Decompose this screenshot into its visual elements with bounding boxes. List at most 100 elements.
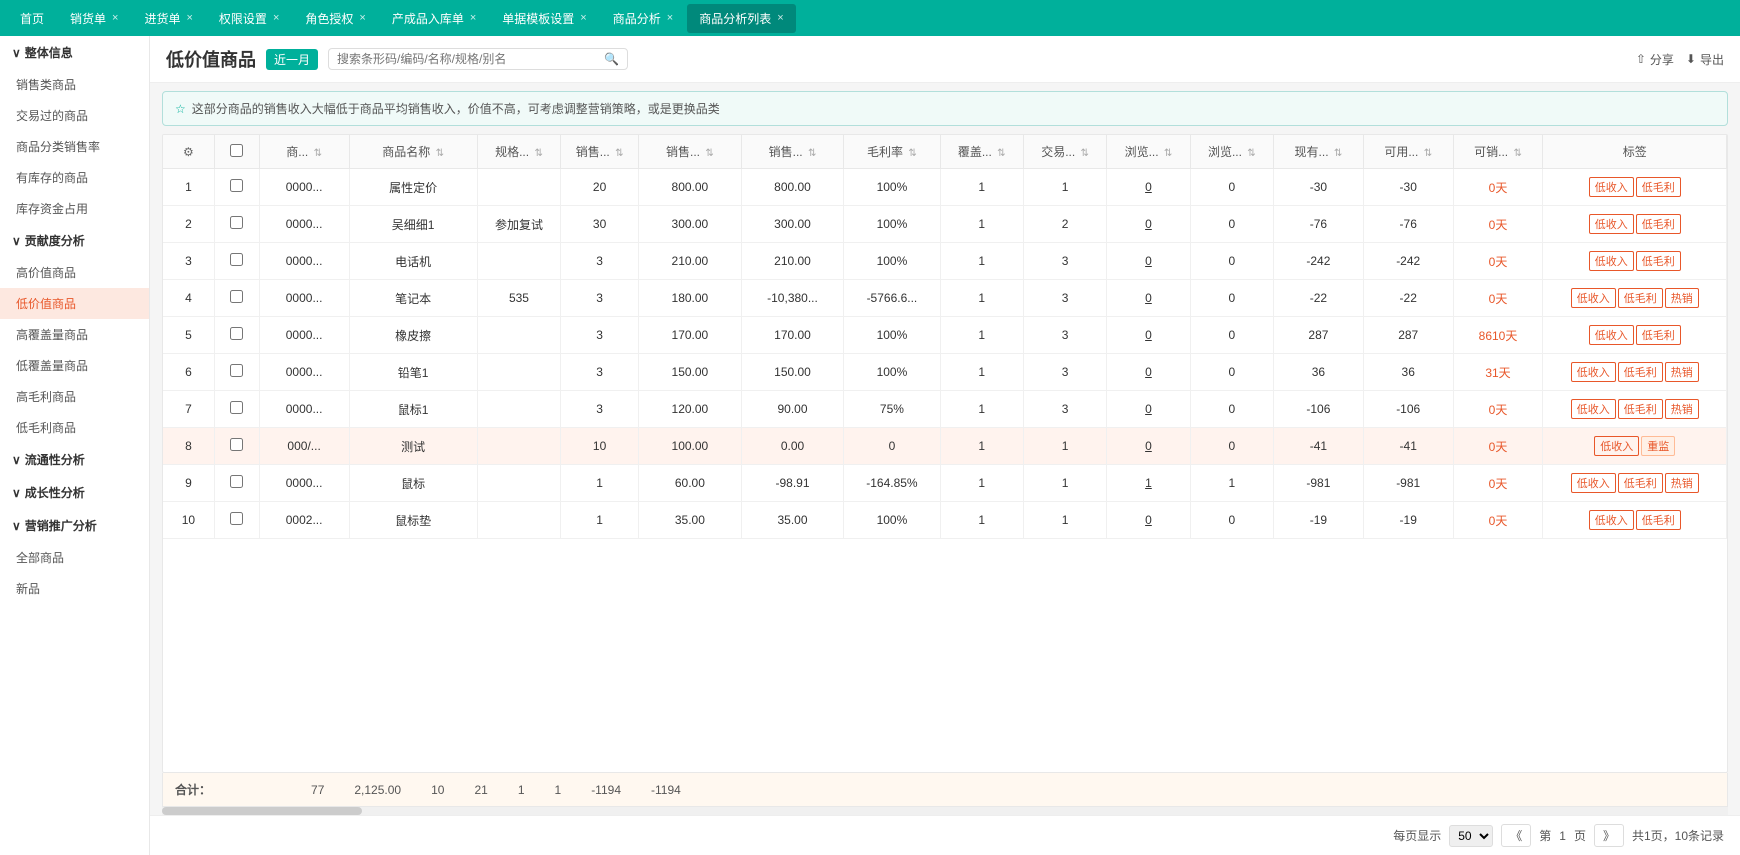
col-saleable[interactable]: 可销... ⇅ [1453,135,1543,169]
cell-browse1[interactable]: 0 [1107,354,1190,391]
close-icon[interactable]: × [580,12,586,24]
cell-browse1[interactable]: 0 [1107,169,1190,206]
browse-link[interactable]: 0 [1145,439,1152,453]
nav-analysis[interactable]: 商品分析 × [601,4,685,33]
close-icon[interactable]: × [667,12,673,24]
nav-permissions[interactable]: 权限设置 × [207,4,291,33]
col-browse2[interactable]: 浏览... ⇅ [1190,135,1273,169]
col-spec[interactable]: 规格... ⇅ [477,135,560,169]
cell-browse1[interactable]: 0 [1107,428,1190,465]
col-checkbox[interactable] [214,135,259,169]
sidebar-item-low-value[interactable]: 低价值商品 [0,288,149,319]
sidebar-group-marketing[interactable]: ∨ 营销推广分析 [0,509,149,542]
sidebar-group-contribution[interactable]: ∨ 贡献度分析 [0,224,149,257]
cell-checkbox[interactable] [214,169,259,206]
cell-checkbox[interactable] [214,354,259,391]
col-stock[interactable]: 现有... ⇅ [1274,135,1364,169]
cell-browse1[interactable]: 0 [1107,206,1190,243]
cell-browse1[interactable]: 0 [1107,317,1190,354]
row-checkbox[interactable] [230,438,243,451]
row-checkbox[interactable] [230,216,243,229]
sidebar-group-overall[interactable]: ∨ 整体信息 [0,36,149,69]
browse-link[interactable]: 1 [1145,476,1152,490]
cell-checkbox[interactable] [214,317,259,354]
browse-link[interactable]: 0 [1145,217,1152,231]
sidebar-item-low-coverage[interactable]: 低覆盖量商品 [0,350,149,381]
nav-analysis-list[interactable]: 商品分析列表 × [687,4,795,33]
col-coverage[interactable]: 覆盖... ⇅ [940,135,1023,169]
cell-checkbox[interactable] [214,502,259,539]
browse-link[interactable]: 0 [1145,328,1152,342]
settings-icon[interactable]: ⚙ [183,145,194,159]
search-input[interactable] [337,52,598,66]
sidebar-item-high-coverage[interactable]: 高覆盖量商品 [0,319,149,350]
browse-link[interactable]: 0 [1145,291,1152,305]
sidebar-item-low-margin[interactable]: 低毛利商品 [0,412,149,443]
horizontal-scrollbar[interactable] [162,807,1728,815]
close-icon[interactable]: × [777,12,783,24]
nav-roles[interactable]: 角色授权 × [293,4,377,33]
cell-checkbox[interactable] [214,465,259,502]
cell-browse1[interactable]: 0 [1107,280,1190,317]
sidebar-item-high-margin[interactable]: 高毛利商品 [0,381,149,412]
row-checkbox[interactable] [230,401,243,414]
sidebar-item-traded[interactable]: 交易过的商品 [0,100,149,131]
col-available[interactable]: 可用... ⇅ [1363,135,1453,169]
col-settings[interactable]: ⚙ [163,135,214,169]
per-page-select[interactable]: 50 [1449,825,1493,847]
prev-page-button[interactable]: 《 [1501,824,1531,847]
select-all-checkbox[interactable] [230,144,243,157]
sidebar-item-capital[interactable]: 库存资金占用 [0,193,149,224]
cell-browse1[interactable]: 0 [1107,391,1190,428]
close-icon[interactable]: × [470,12,476,24]
sidebar-group-liquidity[interactable]: ∨ 流通性分析 [0,443,149,476]
export-button[interactable]: ⬇ 导出 [1686,51,1724,68]
row-checkbox[interactable] [230,253,243,266]
nav-sale[interactable]: 销货单 × [58,4,130,33]
col-sale-amt2[interactable]: 销售... ⇅ [741,135,844,169]
close-icon[interactable]: × [273,12,279,24]
cell-checkbox[interactable] [214,391,259,428]
col-sale-qty[interactable]: 销售... ⇅ [561,135,639,169]
nav-template[interactable]: 单据模板设置 × [490,4,598,33]
row-checkbox[interactable] [230,475,243,488]
sidebar-item-sale-goods[interactable]: 销售类商品 [0,69,149,100]
col-code[interactable]: 商... ⇅ [259,135,349,169]
browse-link[interactable]: 0 [1145,365,1152,379]
time-tag[interactable]: 近一月 [266,49,318,70]
next-page-button[interactable]: 》 [1594,824,1624,847]
sidebar-item-category-rate[interactable]: 商品分类销售率 [0,131,149,162]
cell-checkbox[interactable] [214,280,259,317]
nav-home[interactable]: 首页 [8,4,56,33]
browse-link[interactable]: 0 [1145,180,1152,194]
row-checkbox[interactable] [230,364,243,377]
col-sale-amt1[interactable]: 销售... ⇅ [639,135,742,169]
col-trade[interactable]: 交易... ⇅ [1023,135,1106,169]
share-button[interactable]: ⇧ 分享 [1636,51,1674,68]
cell-checkbox[interactable] [214,206,259,243]
sidebar-item-high-value[interactable]: 高价值商品 [0,257,149,288]
col-browse1[interactable]: 浏览... ⇅ [1107,135,1190,169]
row-checkbox[interactable] [230,512,243,525]
close-icon[interactable]: × [112,12,118,24]
search-box[interactable]: 🔍 [328,48,628,70]
browse-link[interactable]: 0 [1145,254,1152,268]
nav-warehouse[interactable]: 产成品入库单 × [380,4,488,33]
search-icon[interactable]: 🔍 [604,52,619,66]
sidebar-item-new-goods[interactable]: 新品 [0,573,149,604]
cell-browse1[interactable]: 1 [1107,465,1190,502]
sidebar-item-in-stock[interactable]: 有库存的商品 [0,162,149,193]
cell-checkbox[interactable] [214,243,259,280]
cell-browse1[interactable]: 0 [1107,502,1190,539]
cell-browse1[interactable]: 0 [1107,243,1190,280]
close-icon[interactable]: × [359,12,365,24]
col-name[interactable]: 商品名称 ⇅ [349,135,477,169]
table-container[interactable]: ⚙ 商... ⇅ 商品名称 ⇅ 规格... ⇅ 销售... ⇅ 销售... ⇅ … [162,134,1728,773]
nav-purchase[interactable]: 进货单 × [132,4,204,33]
close-icon[interactable]: × [186,12,192,24]
cell-checkbox[interactable] [214,428,259,465]
browse-link[interactable]: 0 [1145,513,1152,527]
sidebar-group-growth[interactable]: ∨ 成长性分析 [0,476,149,509]
row-checkbox[interactable] [230,179,243,192]
col-gross-rate[interactable]: 毛利率 ⇅ [844,135,940,169]
